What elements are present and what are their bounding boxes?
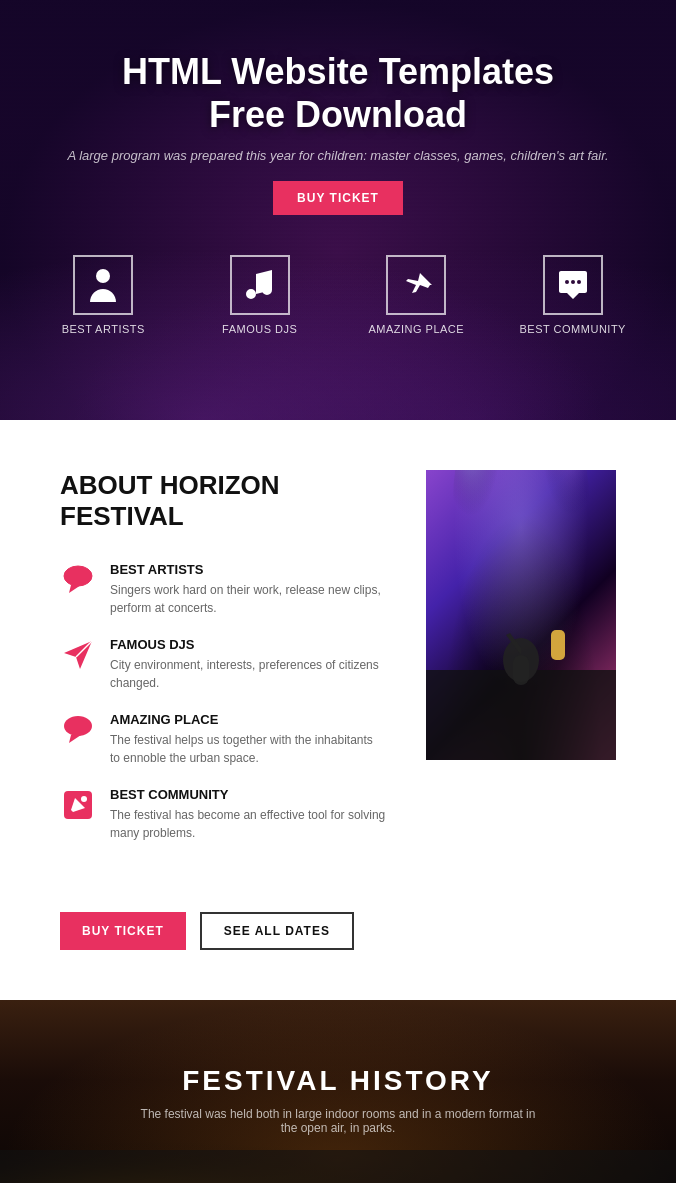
feature-icon-box-community [543, 255, 603, 315]
svg-rect-16 [0, 1150, 676, 1183]
feature-item-artists: BEST ARTISTS [40, 255, 167, 335]
feature-item-place: AMAZING PLACE [353, 255, 480, 335]
about-item-title-place: AMAZING PLACE [110, 712, 386, 727]
about-see-dates-button[interactable]: SEE ALL DATES [200, 912, 354, 950]
about-item-desc-djs: City environment, interests, preferences… [110, 656, 386, 692]
about-item-text-community: BEST COMMUNITY The festival has become a… [110, 787, 386, 842]
plane-icon [400, 271, 432, 299]
music-icon [246, 268, 274, 302]
about-item-desc-place: The festival helps us together with the … [110, 731, 386, 767]
feature-icon-box-djs [230, 255, 290, 315]
hero-title: HTML Website Templates Free Download [67, 50, 608, 136]
about-item-title-artists: BEST ARTISTS [110, 562, 386, 577]
about-item-text-place: AMAZING PLACE The festival helps us toge… [110, 712, 386, 767]
paper-plane-icon [62, 639, 94, 671]
feature-label-place: AMAZING PLACE [368, 323, 464, 335]
history-section: FESTIVAL HISTORY The festival was held b… [0, 1000, 676, 1183]
about-item-title-community: BEST COMMUNITY [110, 787, 386, 802]
about-right [426, 470, 616, 842]
feature-item-community: BEST COMMUNITY [510, 255, 637, 335]
about-item-djs: FAMOUS DJs City environment, interests, … [60, 637, 386, 692]
about-image [426, 470, 616, 760]
chat-bubble2-icon [61, 713, 95, 747]
svg-point-6 [64, 716, 92, 736]
feature-icon-box-place [386, 255, 446, 315]
svg-point-1 [565, 280, 569, 284]
svg-point-3 [577, 280, 581, 284]
hero-section: HTML Website Templates Free Download A l… [0, 0, 676, 420]
about-icon-djs [60, 637, 96, 673]
edit-icon [61, 788, 95, 822]
about-item-text-artists: BEST ARTISTS Singers work hard on their … [110, 562, 386, 617]
history-title: FESTIVAL HISTORY [138, 1065, 538, 1097]
about-section: ABOUT HORIZON FESTIVAL BEST ARTISTS Sing… [0, 420, 676, 892]
stage-lights [426, 470, 616, 760]
hero-content: HTML Website Templates Free Download A l… [67, 0, 608, 215]
feature-label-community: BEST COMMUNITY [520, 323, 626, 335]
features-row: BEST ARTISTS FAMOUS DJs AMAZING PLACE [0, 255, 676, 335]
svg-rect-13 [513, 655, 529, 685]
about-items: BEST ARTISTS Singers work hard on their … [60, 562, 386, 842]
history-content: FESTIVAL HISTORY The festival was held b… [138, 1065, 538, 1135]
about-item-place: AMAZING PLACE The festival helps us toge… [60, 712, 386, 767]
about-item-desc-artists: Singers work hard on their work, release… [110, 581, 386, 617]
about-title: ABOUT HORIZON FESTIVAL [60, 470, 386, 532]
about-item-community: BEST COMMUNITY The festival has become a… [60, 787, 386, 842]
about-icon-place [60, 712, 96, 748]
about-item-artists: BEST ARTISTS Singers work hard on their … [60, 562, 386, 617]
svg-point-10 [529, 470, 589, 580]
about-item-title-djs: FAMOUS DJs [110, 637, 386, 652]
feature-label-artists: BEST ARTISTS [62, 323, 145, 335]
svg-rect-14 [551, 630, 565, 660]
hero-buy-ticket-button[interactable]: BUY TICKET [273, 181, 403, 215]
about-buttons-row: BUY TICKET SEE ALL DATES [0, 892, 676, 1000]
person-icon [88, 267, 118, 303]
feature-label-djs: FAMOUS DJs [222, 323, 297, 335]
hero-subtitle: A large program was prepared this year f… [67, 148, 608, 163]
about-icon-community [60, 787, 96, 823]
feature-item-djs: FAMOUS DJs [197, 255, 324, 335]
about-left: ABOUT HORIZON FESTIVAL BEST ARTISTS Sing… [60, 470, 386, 842]
feature-icon-box-artists [73, 255, 133, 315]
about-item-text-djs: FAMOUS DJs City environment, interests, … [110, 637, 386, 692]
svg-point-2 [571, 280, 575, 284]
chat-bubble-icon [61, 563, 95, 597]
svg-point-9 [453, 470, 513, 580]
svg-point-8 [81, 796, 87, 802]
about-icon-artists [60, 562, 96, 598]
history-desc: The festival was held both in large indo… [138, 1107, 538, 1135]
chat-icon [557, 269, 589, 301]
about-item-desc-community: The festival has become an effective too… [110, 806, 386, 842]
about-buy-ticket-button[interactable]: BUY TICKET [60, 912, 186, 950]
svg-point-0 [96, 269, 110, 283]
